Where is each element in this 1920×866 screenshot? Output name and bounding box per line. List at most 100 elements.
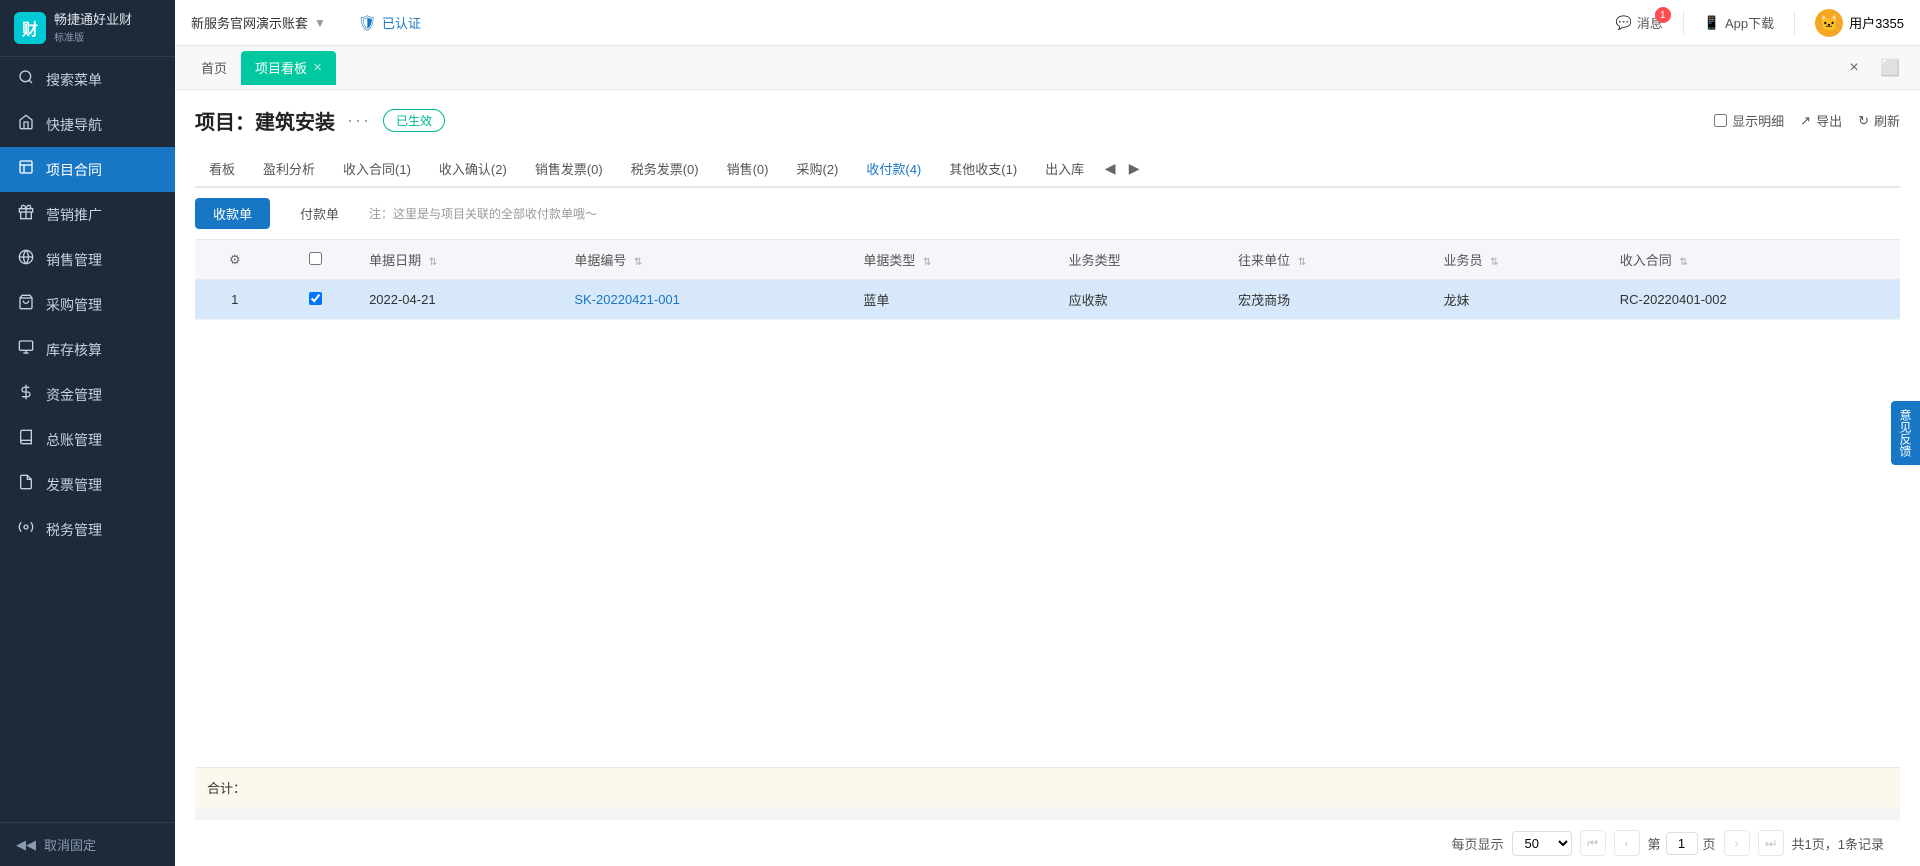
app-download-label: App下载 (1725, 13, 1774, 32)
topbar-divider-1 (1683, 11, 1684, 35)
refresh-btn[interactable]: ↻ 刷新 (1858, 111, 1900, 130)
page-suffix: 页 (1703, 834, 1716, 853)
sidebar-item-quick-nav[interactable]: 快捷导航 (0, 102, 175, 147)
sidebar-item-tax[interactable]: 税务管理 (0, 507, 175, 552)
export-icon: ↗ (1800, 113, 1811, 129)
sales-icon (16, 249, 36, 270)
row-number-link[interactable]: SK-20220421-001 (574, 292, 680, 307)
sort-partner-icon[interactable]: ⇅ (1298, 257, 1306, 268)
sidebar-item-purchase[interactable]: 采购管理 (0, 282, 175, 327)
first-page-btn[interactable]: ⏮ (1580, 830, 1606, 856)
subtab-sales[interactable]: 销售(0) (713, 151, 783, 188)
project-status-badge: 已生效 (383, 109, 445, 132)
message-btn[interactable]: 💬 消息 1 (1616, 13, 1663, 32)
subtab-income-contract[interactable]: 收入合同(1) (329, 151, 425, 188)
subtabs: 看板 盈利分析 收入合同(1) 收入确认(2) 销售发票(0) 税务发票(0) … (195, 151, 1900, 188)
tabbar: 首页 项目看板 ✕ × ⬜ (175, 46, 1920, 90)
invoice-icon (16, 474, 36, 495)
next-page-btn[interactable]: › (1724, 830, 1750, 856)
show-detail-input[interactable] (1714, 114, 1727, 127)
subtab-receipt[interactable]: 收付款(4) (852, 151, 935, 188)
feedback-btn[interactable]: 意见反馈 (1891, 401, 1920, 465)
subtab-income-confirm[interactable]: 收入确认(2) (425, 151, 521, 188)
project-selector[interactable]: 新服务官网演示账套 ▼ (191, 13, 326, 32)
project-more-btn[interactable]: ··· (347, 110, 371, 131)
payment-filter-btn[interactable]: 付款单 (282, 198, 357, 229)
window-close-btn[interactable]: × (1840, 54, 1868, 82)
topbar-divider-2 (1794, 11, 1795, 35)
message-badge: 1 (1655, 7, 1671, 23)
sidebar-item-finance-label: 资金管理 (46, 385, 102, 405)
sidebar-item-purchase-label: 采购管理 (46, 295, 102, 315)
ledger-icon (16, 429, 36, 450)
tab-kanban[interactable]: 项目看板 ✕ (241, 51, 336, 85)
settings-icon[interactable]: ⚙ (229, 252, 241, 267)
sidebar-item-invoice[interactable]: 发票管理 (0, 462, 175, 507)
sidebar-item-search[interactable]: 搜索菜单 (0, 57, 175, 102)
user-label: 用户3355 (1849, 13, 1904, 32)
sidebar-item-project-contract[interactable]: 项目合同 (0, 147, 175, 192)
export-btn[interactable]: ↗ 导出 (1800, 111, 1842, 130)
sidebar-item-sales[interactable]: 销售管理 (0, 237, 175, 282)
project-dropdown-icon: ▼ (314, 16, 326, 30)
sort-number-icon[interactable]: ⇅ (634, 257, 642, 268)
tab-close-icon[interactable]: ✕ (313, 61, 322, 74)
receipt-filter-btn[interactable]: 收款单 (195, 198, 270, 229)
row-checkbox[interactable] (275, 280, 358, 320)
sidebar-item-ledger[interactable]: 总账管理 (0, 417, 175, 462)
purchase-icon (16, 294, 36, 315)
tab-kanban-label: 项目看板 (255, 58, 307, 77)
page-input[interactable] (1666, 832, 1698, 855)
subtab-profit[interactable]: 盈利分析 (249, 151, 329, 188)
table-row[interactable]: 1 2022-04-21 SK-20220421-001 蓝单 应收款 宏茂商场… (195, 280, 1900, 320)
col-partner: 往来单位 ⇅ (1226, 240, 1431, 280)
sidebar-item-finance[interactable]: 资金管理 (0, 372, 175, 417)
row-number[interactable]: SK-20220421-001 (562, 280, 851, 320)
sort-salesperson-icon[interactable]: ⇅ (1490, 257, 1498, 268)
table-wrap[interactable]: ⚙ 单据日期 ⇅ 单据编号 ⇅ (195, 240, 1900, 767)
refresh-label: 刷新 (1874, 111, 1900, 130)
tabbar-window-controls: × ⬜ (1840, 54, 1904, 82)
app-download-btn[interactable]: 📱 App下载 (1704, 13, 1774, 32)
project-actions: 显示明细 ↗ 导出 ↻ 刷新 (1714, 111, 1900, 130)
sort-type-icon[interactable]: ⇅ (923, 257, 931, 268)
sort-income-contract-icon[interactable]: ⇅ (1679, 257, 1687, 268)
subtab-prev-btn[interactable]: ◀ (1098, 157, 1122, 181)
sidebar-logo: 财 畅捷通好业财 标准版 (0, 0, 175, 57)
certified-label: 已认证 (382, 13, 421, 32)
user-menu[interactable]: 🐱 用户3355 (1815, 9, 1904, 37)
prev-page-btn[interactable]: ‹ (1614, 830, 1640, 856)
subtab-sales-invoice[interactable]: 销售发票(0) (521, 151, 617, 188)
horizontal-scrollbar[interactable] (195, 807, 1900, 819)
row-salesperson: 龙妹 (1431, 280, 1607, 320)
tax-icon (16, 519, 36, 540)
inventory-icon (16, 339, 36, 360)
col-settings[interactable]: ⚙ (195, 240, 275, 280)
last-page-btn[interactable]: ⏭ (1758, 830, 1784, 856)
sidebar-item-project-contract-label: 项目合同 (46, 160, 102, 180)
tab-home[interactable]: 首页 (191, 51, 237, 85)
window-maximize-btn[interactable]: ⬜ (1876, 54, 1904, 82)
project-prefix: 项目：建筑安装 (195, 106, 335, 135)
sidebar-item-inventory[interactable]: 库存核算 (0, 327, 175, 372)
subtab-other-expense[interactable]: 其他收支(1) (935, 151, 1031, 188)
col-checkbox[interactable] (275, 240, 358, 280)
sidebar-item-marketing[interactable]: 营销推广 (0, 192, 175, 237)
subtab-purchase[interactable]: 采购(2) (782, 151, 852, 188)
show-detail-checkbox[interactable]: 显示明细 (1714, 111, 1784, 130)
col-income-contract: 收入合同 ⇅ (1608, 240, 1900, 280)
sidebar-cancel-pin[interactable]: ◀◀ 取消固定 (0, 822, 175, 866)
sidebar-item-search-label: 搜索菜单 (46, 70, 102, 90)
subtab-in-out[interactable]: 出入库 (1031, 151, 1098, 188)
subtab-kanban[interactable]: 看板 (195, 151, 249, 188)
sidebar-item-ledger-label: 总账管理 (46, 430, 102, 450)
select-all-checkbox[interactable] (309, 252, 322, 265)
app-name: 畅捷通好业财 (54, 12, 132, 29)
row-select-checkbox[interactable] (309, 292, 322, 305)
sort-date-icon[interactable]: ⇅ (429, 257, 437, 268)
subtab-next-btn[interactable]: ▶ (1122, 157, 1146, 181)
project-name: 新服务官网演示账套 (191, 13, 308, 32)
subtab-tax-invoice[interactable]: 税务发票(0) (617, 151, 713, 188)
per-page-select[interactable]: 50 100 200 (1512, 831, 1572, 856)
row-income-contract: RC-20220401-002 (1608, 280, 1900, 320)
